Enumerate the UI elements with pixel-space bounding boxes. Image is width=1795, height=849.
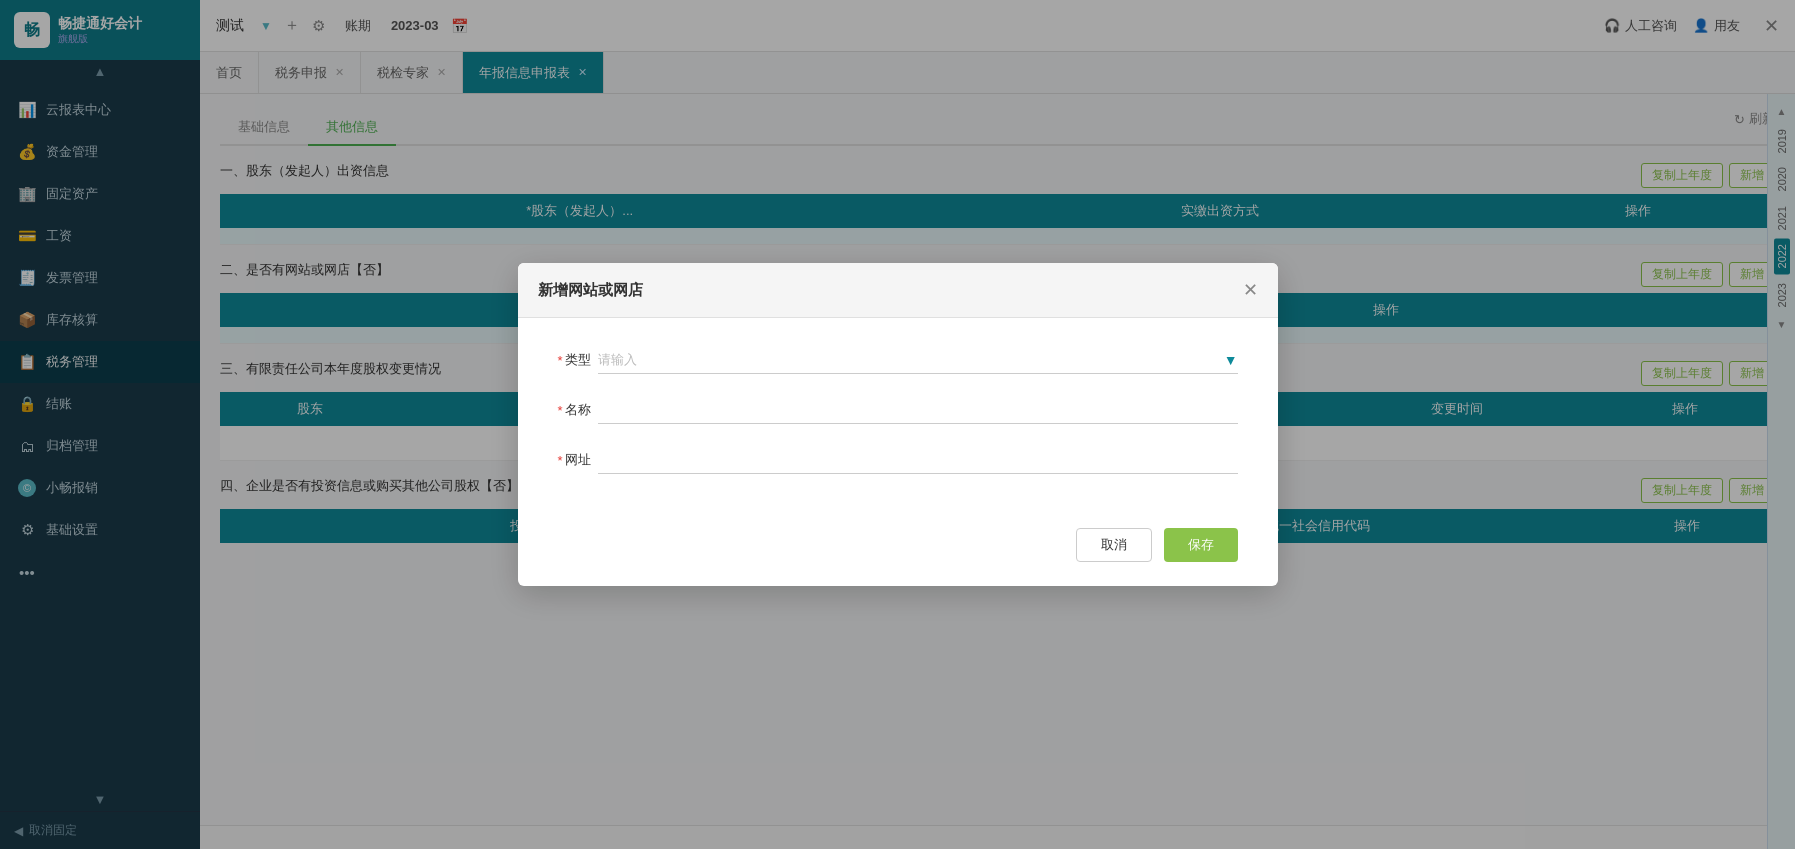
modal-title: 新增网站或网店 xyxy=(538,281,643,300)
name-input[interactable] xyxy=(598,396,1238,424)
cancel-button[interactable]: 取消 xyxy=(1076,528,1152,562)
name-label: * 名称 xyxy=(558,401,594,419)
type-field: ▼ xyxy=(598,346,1238,374)
type-dropdown-arrow[interactable]: ▼ xyxy=(1224,352,1238,368)
modal-close-button[interactable]: ✕ xyxy=(1243,279,1258,301)
save-button[interactable]: 保存 xyxy=(1164,528,1238,562)
type-label: * 类型 xyxy=(558,351,594,369)
form-row-name: * 名称 xyxy=(558,396,1238,424)
url-input[interactable] xyxy=(598,446,1238,474)
form-row-url: * 网址 xyxy=(558,446,1238,474)
modal-overlay: 新增网站或网店 ✕ * 类型 ▼ * 名称 xyxy=(0,0,1795,849)
form-row-type: * 类型 ▼ xyxy=(558,346,1238,374)
url-field xyxy=(598,446,1238,474)
type-input[interactable] xyxy=(598,346,1238,374)
url-label: * 网址 xyxy=(558,451,594,469)
modal-body: * 类型 ▼ * 名称 * xyxy=(518,318,1278,516)
name-field xyxy=(598,396,1238,424)
modal-header: 新增网站或网店 ✕ xyxy=(518,263,1278,318)
add-website-modal: 新增网站或网店 ✕ * 类型 ▼ * 名称 xyxy=(518,263,1278,586)
modal-footer: 取消 保存 xyxy=(518,516,1278,586)
